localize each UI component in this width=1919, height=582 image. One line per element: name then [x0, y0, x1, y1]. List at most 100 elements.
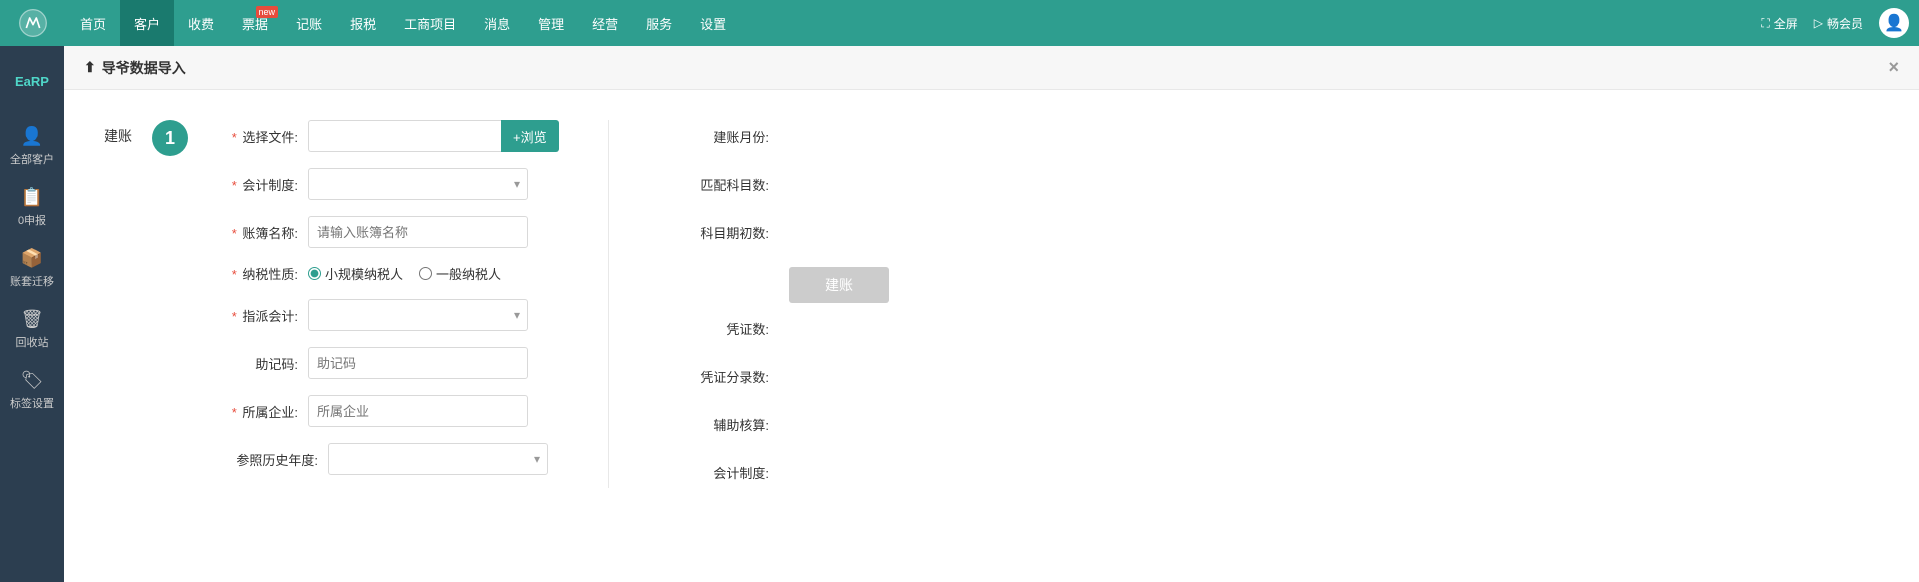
required-star5: * — [232, 309, 237, 324]
all-customers-icon: 👤 — [21, 126, 43, 147]
nav-item-home[interactable]: 首页 — [66, 0, 120, 46]
aux-accounting-label: 辅助核算: — [669, 415, 769, 434]
history-year-row: 参照历史年度: — [218, 443, 548, 475]
divider — [608, 120, 609, 488]
step-label: 建账 — [104, 126, 132, 146]
play-icon: ▷ — [1814, 16, 1823, 30]
nav-item-ledger[interactable]: 记账 — [282, 0, 336, 46]
memo-row: 助记码: — [218, 347, 548, 379]
voucher-count-label: 凭证数: — [669, 319, 769, 338]
build-button[interactable]: 建账 — [789, 267, 889, 303]
voucher-entries-detail-row: 凭证分录数: — [669, 360, 949, 392]
nav-item-tax[interactable]: 报税 — [336, 0, 390, 46]
file-input[interactable] — [308, 120, 501, 152]
required-star2: * — [232, 178, 237, 193]
radio-general-taxpayer[interactable]: 一般纳税人 — [419, 264, 501, 283]
sidebar-item-zero-declare[interactable]: 📋 0申报 — [2, 179, 62, 236]
right-accounting-system-label: 会计制度: — [669, 463, 769, 482]
company-label: * 所属企业: — [218, 402, 298, 421]
fullscreen-button[interactable]: ⛶ 全屏 — [1761, 15, 1797, 32]
subjects-init-label: 科目期初数: — [669, 223, 769, 242]
new-badge: new — [256, 6, 279, 18]
migration-icon: 📦 — [21, 248, 43, 269]
dialog-header: ⬆ 导爷数据导入 × — [64, 46, 1919, 90]
sidebar-logo: EaRP — [2, 56, 62, 108]
content-area: ⬆ 导爷数据导入 × 建账 1 * 选择文件: — [64, 46, 1919, 582]
history-year-select[interactable] — [328, 443, 548, 475]
accountant-label: * 指派会计: — [218, 306, 298, 325]
tax-type-label: * 纳税性质: — [218, 264, 298, 283]
voucher-entries-label: 凭证分录数: — [669, 367, 769, 386]
file-input-group: +浏览 — [308, 120, 528, 152]
build-month-row: 建账月份: — [669, 120, 949, 152]
radio-group: 小规模纳税人 一般纳税人 — [308, 264, 501, 283]
required-star: * — [232, 130, 237, 145]
nav-item-operation[interactable]: 经营 — [578, 0, 632, 46]
nav-item-manage[interactable]: 管理 — [524, 0, 578, 46]
accountant-select[interactable] — [308, 299, 528, 331]
company-row: * 所属企业: — [218, 395, 548, 427]
radio-general-input[interactable] — [419, 267, 432, 280]
form-section: * 选择文件: +浏览 * 会计制度: — [218, 120, 548, 475]
nav-item-customer[interactable]: 客户 — [120, 0, 174, 46]
file-row: * 选择文件: +浏览 — [218, 120, 548, 152]
nav-item-ticket[interactable]: 票据 new — [228, 0, 282, 46]
upload-icon: ⬆ — [84, 59, 96, 76]
browse-button[interactable]: +浏览 — [501, 120, 559, 152]
member-button[interactable]: ▷ 畅会员 — [1814, 15, 1863, 32]
voucher-entries-row: 凭证数: — [669, 312, 949, 344]
sidebar-item-all-customers[interactable]: 👤 全部客户 — [2, 118, 62, 175]
nav-item-settings[interactable]: 设置 — [686, 0, 740, 46]
required-star3: * — [232, 226, 237, 241]
nav-item-fee[interactable]: 收费 — [174, 0, 228, 46]
company-input[interactable] — [308, 395, 528, 427]
recycle-icon: 🗑 — [21, 309, 44, 330]
accounting-system-select-wrapper — [308, 168, 528, 200]
navbar: 首页 客户 收费 票据 new 记账 报税 工商项目 消息 管理 经营 服务 设… — [0, 0, 1919, 46]
file-label: * 选择文件: — [218, 127, 298, 146]
history-year-select-wrapper — [328, 443, 548, 475]
fullscreen-icon: ⛶ — [1761, 16, 1769, 31]
dialog-body: 建账 1 * 选择文件: +浏览 — [64, 90, 1919, 518]
label-icon: 🏷 — [21, 370, 44, 391]
avatar[interactable]: 👤 — [1879, 8, 1909, 38]
radio-small-input[interactable] — [308, 267, 321, 280]
dialog-title: 导爷数据导入 — [102, 58, 186, 78]
step-circle: 1 — [152, 120, 188, 156]
voucher-count-row: 建账 — [669, 264, 949, 296]
declare-icon: 📋 — [21, 187, 43, 208]
right-info-section: 建账月份: 匹配科目数: 科目期初数: 建账 凭证数: — [669, 120, 949, 488]
subjects-init-row: 科目期初数: — [669, 216, 949, 248]
step-form-wrapper: 建账 1 * 选择文件: +浏览 — [104, 120, 548, 488]
memo-input[interactable] — [308, 347, 528, 379]
build-month-label: 建账月份: — [669, 127, 769, 146]
accountant-select-wrapper — [308, 299, 528, 331]
match-subjects-label: 匹配科目数: — [669, 175, 769, 194]
nav-item-message[interactable]: 消息 — [470, 0, 524, 46]
user-icon: 👤 — [1884, 13, 1904, 33]
ledger-name-input[interactable] — [308, 216, 528, 248]
radio-small-taxpayer[interactable]: 小规模纳税人 — [308, 264, 403, 283]
right-accounting-system-row: 会计制度: — [669, 456, 949, 488]
aux-accounting-row: 辅助核算: — [669, 408, 949, 440]
close-button[interactable]: × — [1888, 57, 1899, 78]
sidebar: EaRP 👤 全部客户 📋 0申报 📦 账套迁移 🗑 回收站 🏷 标签设置 — [0, 46, 64, 582]
navbar-logo — [10, 0, 56, 46]
main-layout: EaRP 👤 全部客户 📋 0申报 📦 账套迁移 🗑 回收站 🏷 标签设置 ⬆ … — [0, 46, 1919, 582]
sidebar-item-recycle[interactable]: 🗑 回收站 — [2, 301, 62, 358]
accounting-system-select[interactable] — [308, 168, 528, 200]
accountant-row: * 指派会计: — [218, 299, 548, 331]
ledger-name-row: * 账簿名称: — [218, 216, 548, 248]
required-star4: * — [232, 267, 237, 282]
required-star6: * — [232, 405, 237, 420]
navbar-right: ⛶ 全屏 ▷ 畅会员 👤 — [1761, 8, 1909, 38]
history-year-label: 参照历史年度: — [218, 450, 318, 469]
tax-type-row: * 纳税性质: 小规模纳税人 一般纳税人 — [218, 264, 548, 283]
accounting-system-label: * 会计制度: — [218, 175, 298, 194]
match-subjects-row: 匹配科目数: — [669, 168, 949, 200]
sidebar-item-label-settings[interactable]: 🏷 标签设置 — [2, 362, 62, 419]
nav-item-service[interactable]: 服务 — [632, 0, 686, 46]
sidebar-item-account-migration[interactable]: 📦 账套迁移 — [2, 240, 62, 297]
ledger-name-label: * 账簿名称: — [218, 223, 298, 242]
nav-item-business[interactable]: 工商项目 — [390, 0, 470, 46]
